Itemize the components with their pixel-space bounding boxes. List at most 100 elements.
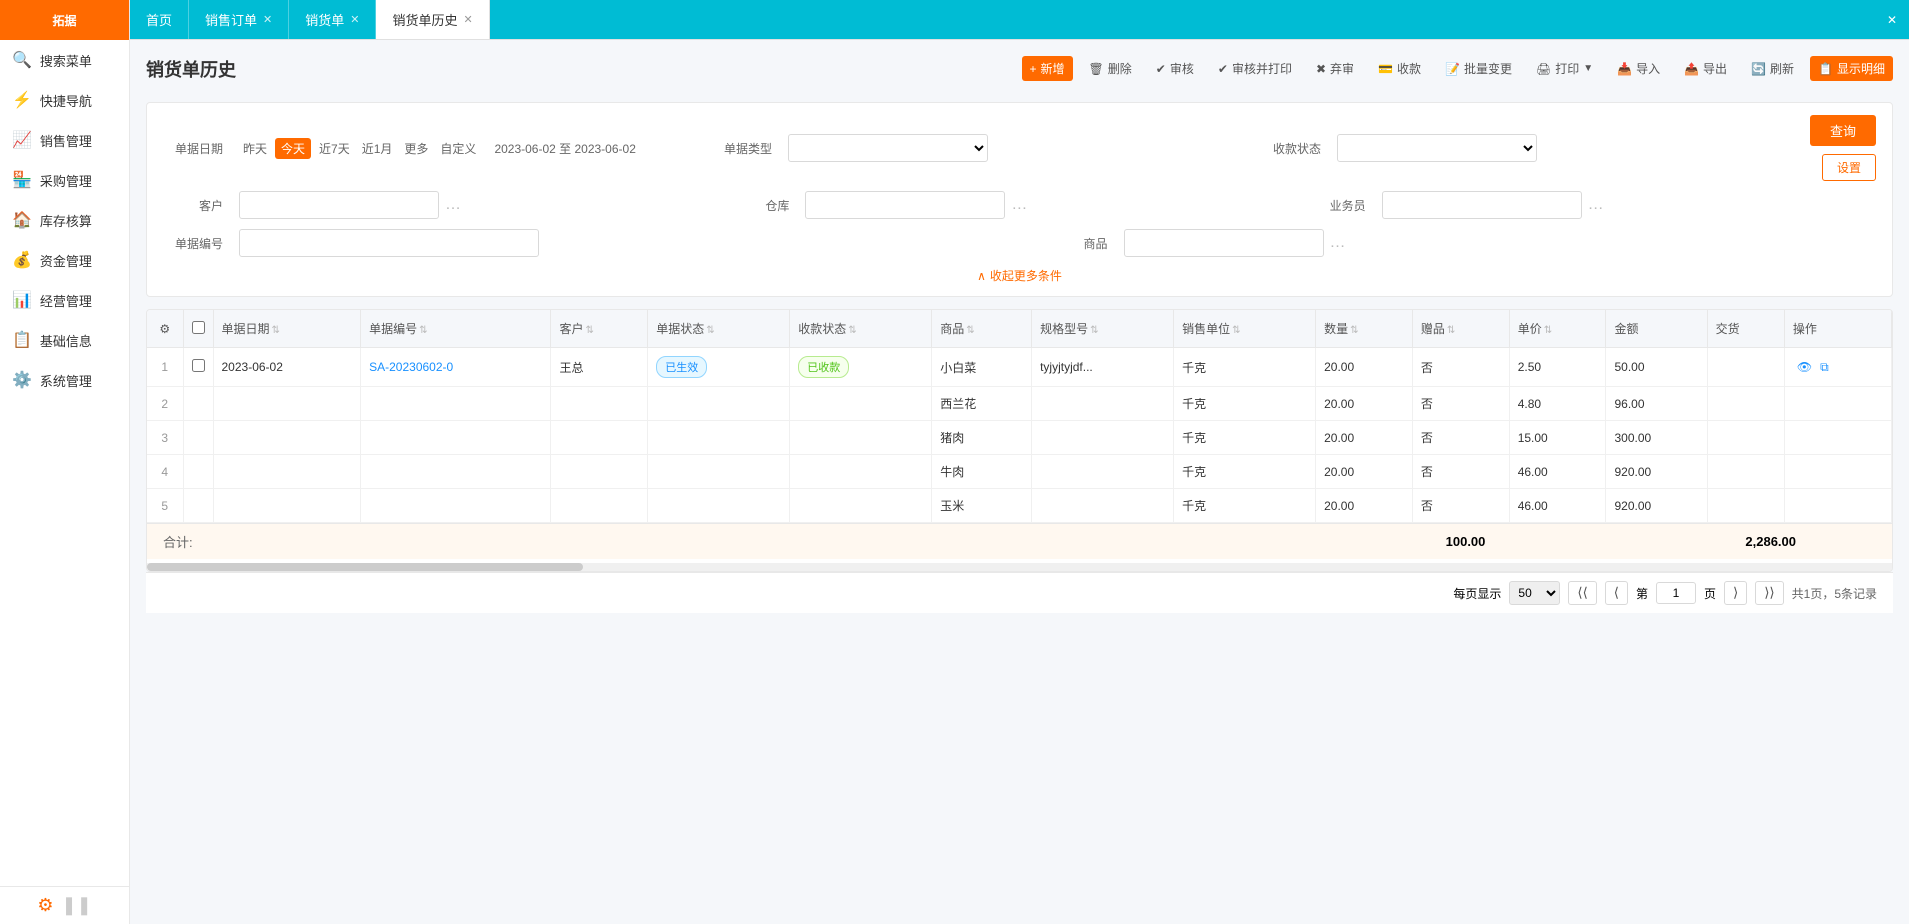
cell-customer <box>551 489 648 523</box>
doc-no-input[interactable] <box>239 229 539 257</box>
sidebar-item-label: 搜索菜单 <box>40 51 92 70</box>
audit-button[interactable]: ✔ 审核 <box>1148 56 1202 81</box>
sidebar-item-basic-info[interactable]: 📋 基础信息 <box>0 320 129 360</box>
sidebar-item-inventory[interactable]: 🏠 库存核算 <box>0 200 129 240</box>
sidebar-settings-icon[interactable]: ⚙ <box>37 895 53 916</box>
cell-gift: 否 <box>1412 348 1509 387</box>
sidebar-item-operations[interactable]: 📊 经营管理 <box>0 280 129 320</box>
last-page-btn[interactable]: ⟩⟩ <box>1755 581 1783 605</box>
cell-amount: 920.00 <box>1606 455 1707 489</box>
refresh-button[interactable]: 🔄 刷新 <box>1743 56 1802 81</box>
sidebar-item-finance[interactable]: 💰 资金管理 <box>0 240 129 280</box>
collect-button[interactable]: 💳 收款 <box>1370 56 1429 81</box>
query-button[interactable]: 查询 <box>1810 115 1876 146</box>
tab-home[interactable]: 首页 <box>130 0 189 39</box>
cell-trade <box>1707 489 1784 523</box>
audit-print-button[interactable]: ✔ 审核并打印 <box>1210 56 1300 81</box>
yesterday-btn[interactable]: 昨天 <box>239 138 271 159</box>
col-gift[interactable]: 赠品⇅ <box>1412 310 1509 348</box>
per-page-select[interactable]: 50 100 <box>1509 581 1560 605</box>
close-all-tabs[interactable]: ✕ <box>1875 13 1909 27</box>
cell-actions <box>1784 489 1891 523</box>
col-doc-date[interactable]: 单据日期⇅ <box>213 310 361 348</box>
sidebar-item-search-menu[interactable]: 🔍 搜索菜单 <box>0 40 129 80</box>
warehouse-dots[interactable]: … <box>1011 197 1027 213</box>
abandon-button[interactable]: ✖ 弃审 <box>1308 56 1362 81</box>
doc-icon: 📋 <box>12 330 32 350</box>
month-btn[interactable]: 近1月 <box>358 138 397 159</box>
goods-dots[interactable]: … <box>1330 235 1346 251</box>
batch-icon: 📝 <box>1445 62 1460 76</box>
col-unit[interactable]: 销售单位⇅ <box>1174 310 1316 348</box>
col-settings[interactable]: ⚙ <box>147 310 183 348</box>
cell-doc-date: 2023-06-02 <box>213 348 361 387</box>
horizontal-scrollbar[interactable] <box>147 563 1892 571</box>
cell-customer: 王总 <box>551 348 648 387</box>
cell-doc-status <box>648 455 790 489</box>
footer-label: 合计: <box>163 532 193 551</box>
col-collect-status[interactable]: 收款状态⇅ <box>790 310 932 348</box>
col-customer[interactable]: 客户⇅ <box>551 310 648 348</box>
next-page-btn[interactable]: ⟩ <box>1724 581 1747 605</box>
cell-collect-status <box>790 421 932 455</box>
col-unit-price[interactable]: 单价⇅ <box>1509 310 1606 348</box>
copy-btn[interactable]: ⧉ <box>1816 360 1833 375</box>
tab-home-label: 首页 <box>146 10 172 29</box>
col-goods[interactable]: 商品⇅ <box>932 310 1032 348</box>
search-icon: 🔍 <box>12 50 32 70</box>
doc-no-link[interactable]: SA-20230602-0 <box>369 360 453 374</box>
tab-sales-order[interactable]: 销售订单 ✕ <box>189 0 289 39</box>
col-qty[interactable]: 数量⇅ <box>1316 310 1413 348</box>
prev-page-btn[interactable]: ⟨ <box>1605 581 1628 605</box>
show-detail-button[interactable]: 📋 显示明细 <box>1810 56 1893 81</box>
table-settings-icon[interactable]: ⚙ <box>159 322 170 336</box>
sidebar-item-label: 基础信息 <box>40 331 92 350</box>
delete-button[interactable]: 🗑 删除 <box>1081 56 1140 81</box>
select-all-checkbox[interactable] <box>192 321 205 334</box>
sidebar-item-system-mgmt[interactable]: ⚙️ 系统管理 <box>0 360 129 400</box>
first-page-btn[interactable]: ⟨⟨ <box>1568 581 1596 605</box>
doc-type-select[interactable] <box>788 134 988 162</box>
sidebar-collapse-icon[interactable]: ❚❚ <box>61 895 91 916</box>
collect-status-select[interactable] <box>1337 134 1537 162</box>
import-button[interactable]: 📥 导入 <box>1609 56 1668 81</box>
tab-sales-order-close[interactable]: ✕ <box>263 13 272 26</box>
today-btn[interactable]: 今天 <box>275 138 311 159</box>
more-btn[interactable]: 更多 <box>400 138 432 159</box>
custom-btn[interactable]: 自定义 <box>436 138 480 159</box>
view-btn[interactable]: 👁 <box>1793 360 1816 374</box>
col-trade: 交货 <box>1707 310 1784 348</box>
export-button[interactable]: 📤 导出 <box>1676 56 1735 81</box>
set-button[interactable]: 设置 <box>1822 154 1876 181</box>
sidebar-item-sales-mgmt[interactable]: 📈 销售管理 <box>0 120 129 160</box>
row-checkbox[interactable] <box>192 359 205 372</box>
warehouse-input[interactable] <box>805 191 1005 219</box>
collapse-button[interactable]: ∧ 收起更多条件 <box>163 267 1876 284</box>
new-button[interactable]: + 新增 <box>1022 56 1073 81</box>
goods-input[interactable] <box>1124 229 1324 257</box>
tab-sales-goods-close[interactable]: ✕ <box>350 13 359 26</box>
tab-sales-history[interactable]: 销货单历史 ✕ <box>376 0 489 39</box>
customer-dots[interactable]: … <box>445 197 461 213</box>
batch-change-button[interactable]: 📝 批量变更 <box>1437 56 1520 81</box>
cell-qty: 20.00 <box>1316 489 1413 523</box>
salesperson-input[interactable] <box>1382 191 1582 219</box>
sidebar-item-quick-nav[interactable]: ⚡ 快捷导航 <box>0 80 129 120</box>
filter-area: 单据日期 昨天 今天 近7天 近1月 更多 自定义 2023-06-02 至 2… <box>146 102 1893 297</box>
salesperson-dots[interactable]: … <box>1588 197 1604 213</box>
table-row: 1 2023-06-02 SA-20230602-0 王总 已生效 已收款 小白… <box>147 348 1892 387</box>
tab-sales-history-close[interactable]: ✕ <box>464 13 473 26</box>
page-label: 第 <box>1636 585 1648 602</box>
cell-spec <box>1032 489 1174 523</box>
tab-sales-goods[interactable]: 销货单 ✕ <box>289 0 376 39</box>
sidebar-item-purchase-mgmt[interactable]: 🏪 采购管理 <box>0 160 129 200</box>
week-btn[interactable]: 近7天 <box>315 138 354 159</box>
print-dropdown-icon: ▼ <box>1583 63 1593 74</box>
customer-input[interactable] <box>239 191 439 219</box>
col-doc-no[interactable]: 单据编号⇅ <box>361 310 551 348</box>
cell-row-num: 3 <box>147 421 183 455</box>
page-input[interactable] <box>1656 582 1696 604</box>
col-spec[interactable]: 规格型号⇅ <box>1032 310 1174 348</box>
print-button[interactable]: 🖨 打印 ▼ <box>1528 56 1601 81</box>
col-doc-status[interactable]: 单据状态⇅ <box>648 310 790 348</box>
